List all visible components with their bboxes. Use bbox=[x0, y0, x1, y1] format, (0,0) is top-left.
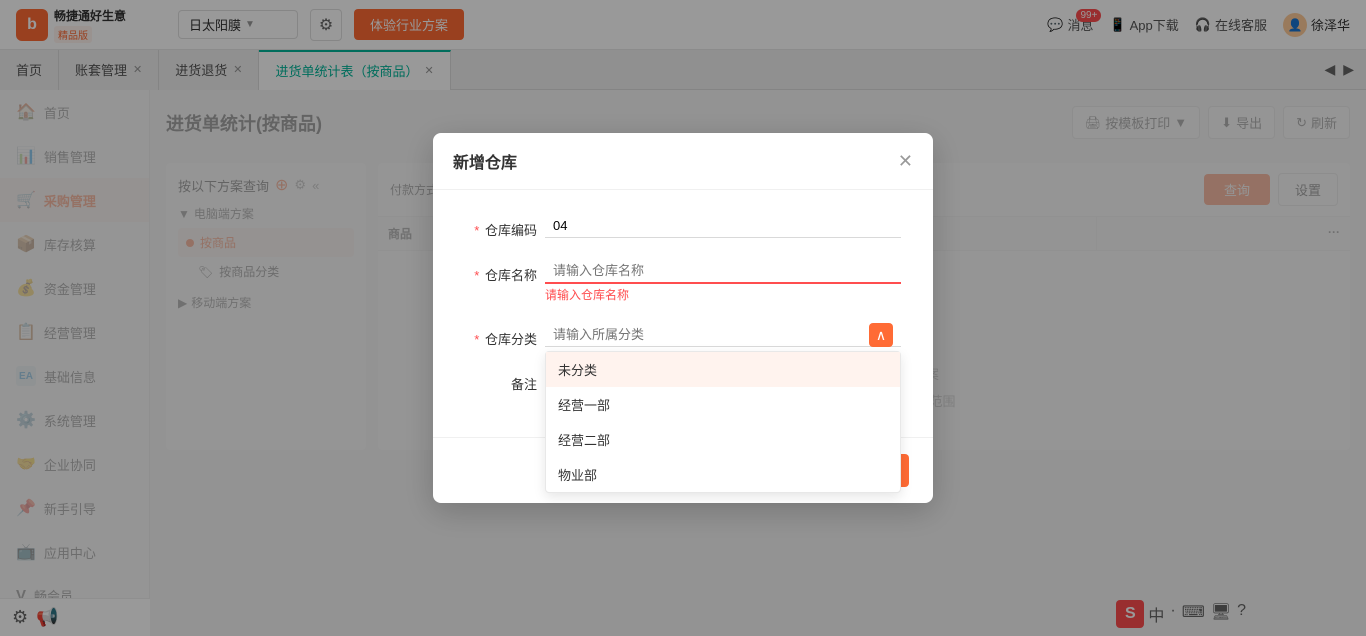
name-error-msg: 请输入仓库名称 bbox=[545, 286, 901, 303]
category-select-wrapper: ∧ 未分类 经营一部 经营二部 物业部 bbox=[545, 323, 901, 347]
category-label-text: 仓库分类 bbox=[485, 332, 537, 347]
name-label: * 仓库名称 bbox=[465, 259, 545, 284]
remark-label: 备注 bbox=[465, 368, 545, 393]
category-dropdown: 未分类 经营一部 经营二部 物业部 bbox=[545, 351, 901, 493]
required-star: * bbox=[474, 223, 479, 238]
code-input[interactable] bbox=[545, 214, 901, 238]
modal-overlay: 新增仓库 ✕ * 仓库编码 * 仓库名称 bbox=[0, 0, 1366, 636]
modal-close-button[interactable]: ✕ bbox=[898, 151, 913, 172]
modal-body: * 仓库编码 * 仓库名称 请输入仓库名称 bbox=[433, 190, 933, 437]
name-label-text: 仓库名称 bbox=[485, 268, 537, 283]
name-input[interactable] bbox=[545, 259, 901, 284]
category-input[interactable] bbox=[545, 323, 901, 347]
dropdown-item-0[interactable]: 未分类 bbox=[546, 352, 900, 387]
cat-required-star: * bbox=[474, 332, 479, 347]
category-arrow-icon[interactable]: ∧ bbox=[869, 323, 893, 347]
form-row-category: * 仓库分类 ∧ 未分类 经营一部 经营二部 物业部 bbox=[465, 323, 901, 348]
form-row-name: * 仓库名称 请输入仓库名称 bbox=[465, 259, 901, 303]
category-label: * 仓库分类 bbox=[465, 323, 545, 348]
modal-title: 新增仓库 bbox=[453, 149, 517, 173]
dropdown-item-1[interactable]: 经营一部 bbox=[546, 387, 900, 422]
dropdown-item-2[interactable]: 经营二部 bbox=[546, 422, 900, 457]
form-row-code: * 仓库编码 bbox=[465, 214, 901, 239]
warehouse-modal: 新增仓库 ✕ * 仓库编码 * 仓库名称 bbox=[433, 133, 933, 503]
dropdown-item-3[interactable]: 物业部 bbox=[546, 457, 900, 492]
name-input-wrapper: 请输入仓库名称 bbox=[545, 259, 901, 303]
code-label: * 仓库编码 bbox=[465, 214, 545, 239]
code-label-text: 仓库编码 bbox=[485, 223, 537, 238]
modal-header: 新增仓库 ✕ bbox=[433, 133, 933, 190]
name-required-star: * bbox=[474, 268, 479, 283]
